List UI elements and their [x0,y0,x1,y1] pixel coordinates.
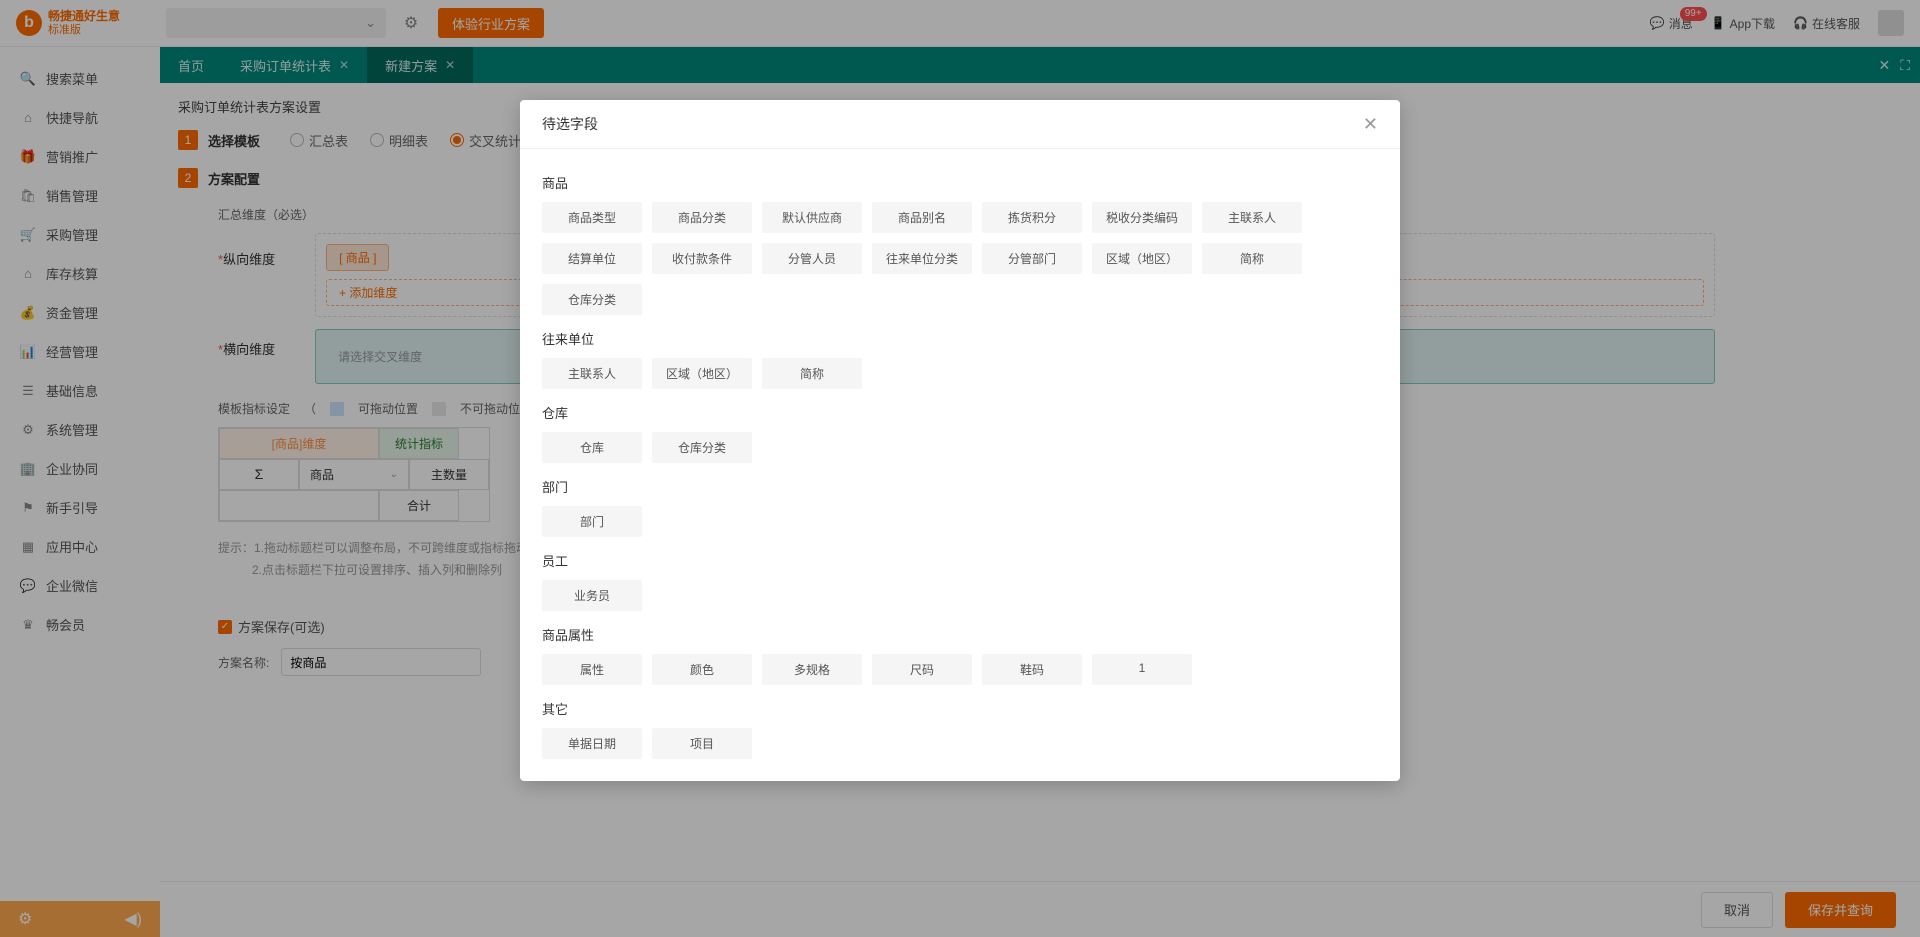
field-group-title: 部门 [542,477,1378,496]
field-chip[interactable]: 仓库 [542,432,642,463]
field-chip[interactable]: 区域（地区） [652,358,752,389]
field-chip[interactable]: 简称 [1202,243,1302,274]
field-group-items: 业务员 [542,580,1378,611]
field-group-title: 其它 [542,699,1378,718]
field-group-3: 部门部门 [542,477,1378,537]
field-chip[interactable]: 部门 [542,506,642,537]
field-chip[interactable]: 属性 [542,654,642,685]
field-chip[interactable]: 分管部门 [982,243,1082,274]
field-group-title: 往来单位 [542,329,1378,348]
field-chip[interactable]: 主联系人 [542,358,642,389]
field-group-1: 往来单位主联系人区域（地区） 简称 [542,329,1378,389]
field-group-title: 商品属性 [542,625,1378,644]
field-selector-modal: 待选字段 ✕ 商品商品类型商品分类默认供应商商品别名拣货积分税收分类编码主联系人… [520,100,1400,781]
field-group-items: 商品类型商品分类默认供应商商品别名拣货积分税收分类编码主联系人结算单位收付款条件… [542,202,1378,315]
field-chip[interactable]: 尺码 [872,654,972,685]
modal-title: 待选字段 [542,114,598,134]
field-chip[interactable]: 1 [1092,654,1192,685]
field-group-items: 仓库仓库分类 [542,432,1378,463]
field-group-5: 商品属性属性颜色多规格尺码鞋码 1 [542,625,1378,685]
field-group-title: 商品 [542,173,1378,192]
field-group-6: 其它单据日期项目 [542,699,1378,759]
field-group-items: 主联系人区域（地区） 简称 [542,358,1378,389]
field-chip[interactable]: 仓库分类 [542,284,642,315]
field-chip[interactable]: 商品类型 [542,202,642,233]
field-chip[interactable]: 业务员 [542,580,642,611]
field-chip[interactable]: 商品分类 [652,202,752,233]
field-chip[interactable]: 颜色 [652,654,752,685]
field-chip[interactable]: 鞋码 [982,654,1082,685]
field-group-items: 单据日期项目 [542,728,1378,759]
field-chip[interactable]: 结算单位 [542,243,642,274]
field-group-2: 仓库仓库仓库分类 [542,403,1378,463]
field-chip[interactable]: 税收分类编码 [1092,202,1192,233]
field-group-items: 部门 [542,506,1378,537]
field-chip[interactable]: 收付款条件 [652,243,752,274]
field-group-4: 员工业务员 [542,551,1378,611]
field-chip[interactable]: 拣货积分 [982,202,1082,233]
field-group-title: 员工 [542,551,1378,570]
field-chip[interactable]: 默认供应商 [762,202,862,233]
field-chip[interactable]: 多规格 [762,654,862,685]
field-chip[interactable]: 区域（地区） [1092,243,1192,274]
field-chip[interactable]: 简称 [762,358,862,389]
field-group-items: 属性颜色多规格尺码鞋码 1 [542,654,1378,685]
close-icon[interactable]: ✕ [1363,115,1378,133]
field-chip[interactable]: 主联系人 [1202,202,1302,233]
field-group-0: 商品商品类型商品分类默认供应商商品别名拣货积分税收分类编码主联系人结算单位收付款… [542,173,1378,315]
field-chip[interactable]: 往来单位分类 [872,243,972,274]
field-chip[interactable]: 分管人员 [762,243,862,274]
field-chip[interactable]: 单据日期 [542,728,642,759]
field-chip[interactable]: 仓库分类 [652,432,752,463]
modal-body: 商品商品类型商品分类默认供应商商品别名拣货积分税收分类编码主联系人结算单位收付款… [520,149,1400,781]
field-chip[interactable]: 商品别名 [872,202,972,233]
modal-header: 待选字段 ✕ [520,100,1400,149]
field-group-title: 仓库 [542,403,1378,422]
field-chip[interactable]: 项目 [652,728,752,759]
